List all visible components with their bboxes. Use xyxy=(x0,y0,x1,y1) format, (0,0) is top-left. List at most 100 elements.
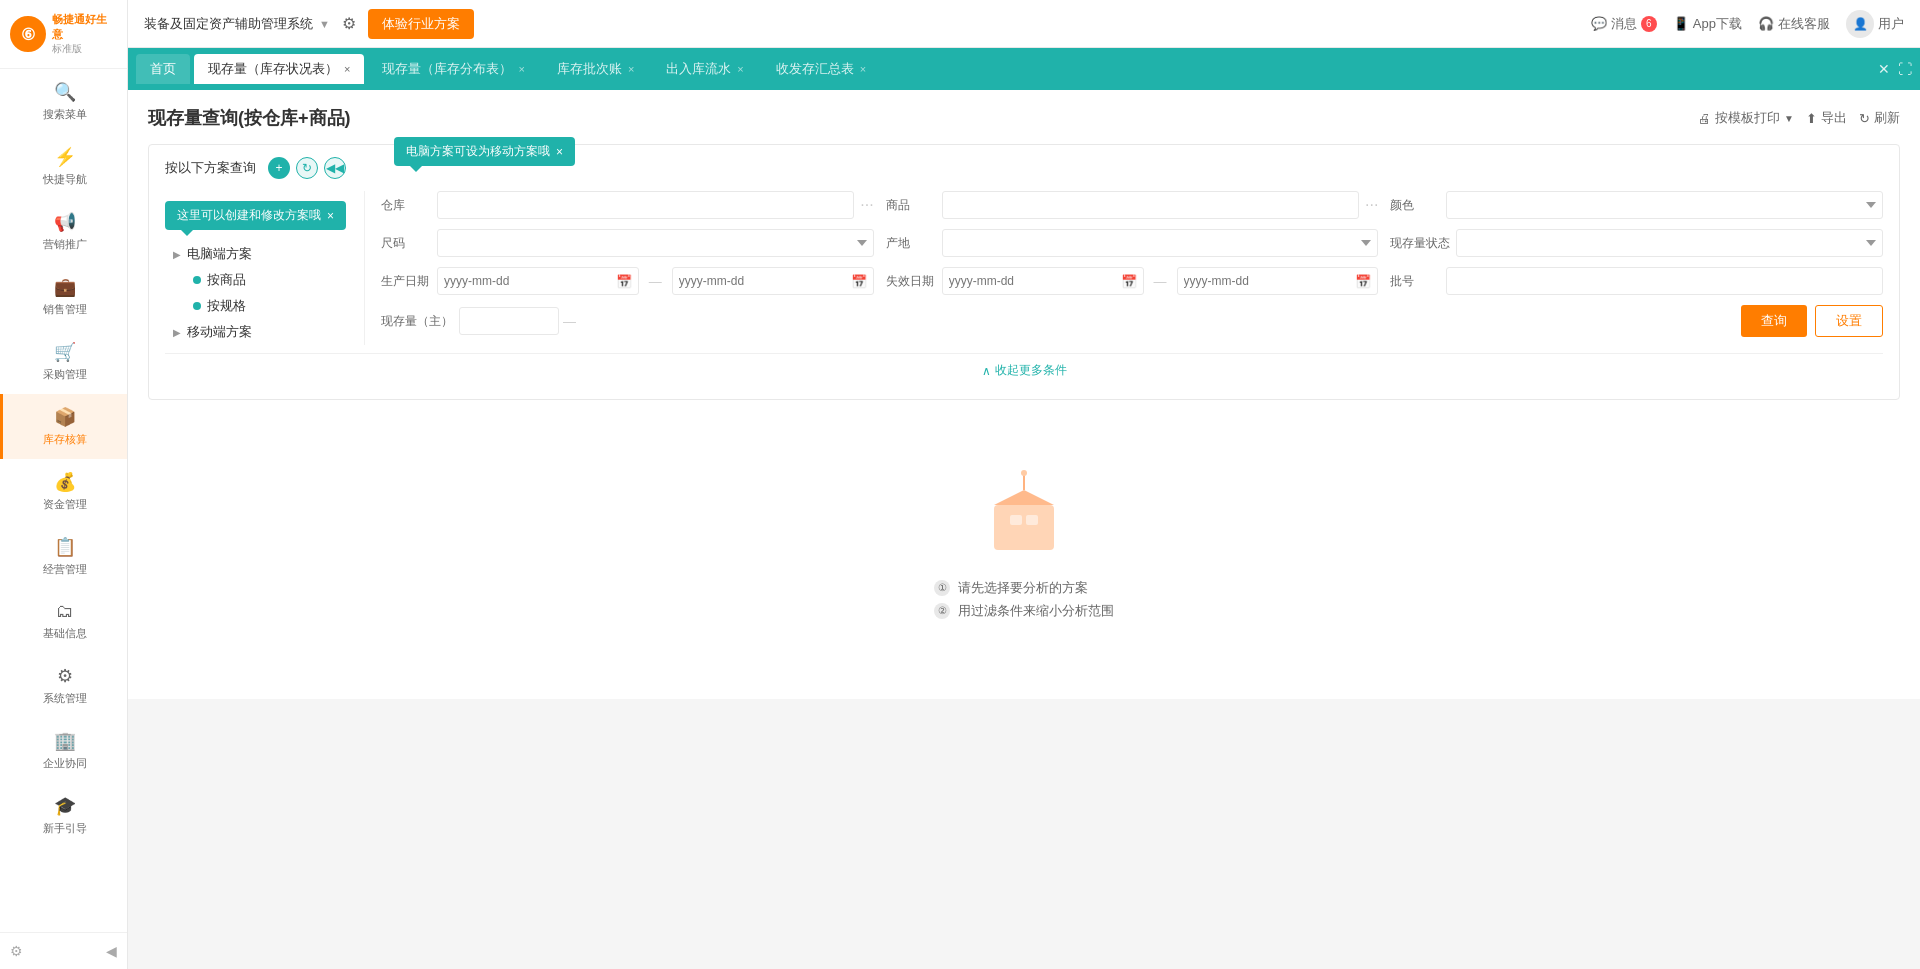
app-download-btn[interactable]: 📱 App下载 xyxy=(1673,15,1742,33)
operations-icon: 📋 xyxy=(54,536,76,558)
header-left: 装备及固定资产辅助管理系统 ▼ ⚙ 体验行业方案 xyxy=(144,9,474,39)
tree-dot-icon xyxy=(193,276,201,284)
tab-close-batch-account[interactable]: × xyxy=(628,63,634,75)
headset-icon: 🎧 xyxy=(1758,16,1774,31)
tab-inventory-status[interactable]: 现存量（库存状况表） × xyxy=(194,54,364,84)
filter-body: 这里可以创建和修改方案哦 × ▶ 电脑端方案 按商品 xyxy=(165,191,1883,345)
sidebar-item-finance[interactable]: 💰 资金管理 xyxy=(0,459,127,524)
sidebar-item-basic-info[interactable]: 🗂 基础信息 xyxy=(0,589,127,653)
warehouse-input[interactable] xyxy=(437,191,854,219)
app-selector[interactable]: 装备及固定资产辅助管理系统 ▼ xyxy=(144,15,330,33)
filter-field-size: 尺码 xyxy=(381,229,874,257)
tab-maximize-icon[interactable]: ⛶ xyxy=(1898,61,1912,77)
settings-bottom-icon[interactable]: ⚙ xyxy=(10,943,23,959)
warehouse-dots-icon[interactable]: ··· xyxy=(860,196,873,214)
prod-date-start-input[interactable] xyxy=(444,274,612,288)
tab-receive-summary[interactable]: 收发存汇总表 × xyxy=(762,54,880,84)
refresh-btn[interactable]: ↻ 刷新 xyxy=(1859,109,1900,127)
filter-row-2: 尺码 产地 xyxy=(381,229,1883,257)
expire-date-start-input[interactable] xyxy=(949,274,1117,288)
search-btn[interactable]: 查询 xyxy=(1741,305,1807,337)
header: 装备及固定资产辅助管理系统 ▼ ⚙ 体验行业方案 💬 消息 6 📱 App下载 … xyxy=(128,0,1920,48)
page-content: 现存量查询(按仓库+商品) 🖨 按模板打印 ▼ ⬆ 导出 ↻ 刷新 xyxy=(128,90,1920,969)
stock-status-select[interactable] xyxy=(1456,229,1883,257)
filter-actions: + ↻ ◀◀ xyxy=(268,157,346,179)
guide-icon: 🎓 xyxy=(54,795,76,817)
sidebar-item-search-menu[interactable]: 🔍 搜索菜单 xyxy=(0,69,127,134)
origin-select[interactable] xyxy=(942,229,1379,257)
notifications-btn[interactable]: 💬 消息 6 xyxy=(1591,15,1657,33)
batch-input[interactable] xyxy=(1446,267,1883,295)
tooltip2-close-btn[interactable]: × xyxy=(327,209,334,223)
filter-field-expire-date: 失效日期 📅 — 📅 xyxy=(886,267,1379,295)
scheme-by-goods[interactable]: 按商品 xyxy=(185,267,352,293)
svg-marker-1 xyxy=(994,490,1054,505)
sidebar-logo: ⑥ 畅捷通好生意 标准版 xyxy=(0,0,127,69)
add-scheme-btn[interactable]: + xyxy=(268,157,290,179)
expire-date-end-input[interactable] xyxy=(1184,274,1352,288)
export-btn[interactable]: ⬆ 导出 xyxy=(1806,109,1847,127)
tab-close-inventory-dist[interactable]: × xyxy=(518,63,524,75)
sidebar-item-quick-nav[interactable]: ⚡ 快捷导航 xyxy=(0,134,127,199)
collapse-sidebar-icon[interactable]: ◀ xyxy=(106,943,117,959)
sidebar-item-inventory[interactable]: 📦 库存核算 xyxy=(0,394,127,459)
tab-close-inventory-status[interactable]: × xyxy=(344,63,350,75)
enterprise-icon: 🏢 xyxy=(54,730,76,752)
page-inner: 现存量查询(按仓库+商品) 🖨 按模板打印 ▼ ⬆ 导出 ↻ 刷新 xyxy=(128,90,1920,699)
stock-qty-min-input[interactable] xyxy=(459,307,559,335)
sidebar-item-enterprise[interactable]: 🏢 企业协同 xyxy=(0,718,127,783)
tab-inout-flow[interactable]: 出入库流水 × xyxy=(652,54,757,84)
reset-btn[interactable]: 设置 xyxy=(1815,305,1883,337)
quick-nav-icon: ⚡ xyxy=(54,146,76,168)
print-btn[interactable]: 🖨 按模板打印 ▼ xyxy=(1698,109,1794,127)
filter-label: 按以下方案查询 xyxy=(165,159,256,177)
back-scheme-btn[interactable]: ◀◀ xyxy=(324,157,346,179)
collapse-btn[interactable]: ∧ 收起更多条件 xyxy=(165,353,1883,387)
header-gear-icon[interactable]: ⚙ xyxy=(342,14,356,33)
prod-date-end-calendar-icon[interactable]: 📅 xyxy=(851,274,867,289)
tab-batch-account[interactable]: 库存批次账 × xyxy=(543,54,648,84)
online-service-btn[interactable]: 🎧 在线客服 xyxy=(1758,15,1830,33)
expire-date-start-calendar-icon[interactable]: 📅 xyxy=(1121,274,1137,289)
filter-main-col: 仓库 ··· 商品 ··· 颜色 xyxy=(381,191,1883,345)
export-icon: ⬆ xyxy=(1806,111,1817,126)
sidebar-item-sales[interactable]: 💼 销售管理 xyxy=(0,264,127,329)
prod-date-start-calendar-icon[interactable]: 📅 xyxy=(616,274,632,289)
sidebar-item-guide[interactable]: 🎓 新手引导 xyxy=(0,783,127,848)
tab-inventory-dist[interactable]: 现存量（库存分布表） × xyxy=(368,54,538,84)
filter-header: 按以下方案查询 + ↻ ◀◀ 电脑方案可设为移动方案哦 × xyxy=(165,157,1883,179)
tooltip1-close-btn[interactable]: × xyxy=(556,145,563,159)
color-select[interactable] xyxy=(1446,191,1883,219)
tabs-bar-right: ✕ ⛶ xyxy=(1878,61,1912,77)
goods-input[interactable] xyxy=(942,191,1359,219)
sidebar-item-operations[interactable]: 📋 经营管理 xyxy=(0,524,127,589)
search-btn-group: 查询 设置 xyxy=(1741,305,1883,337)
sidebar-item-marketing[interactable]: 📢 营销推广 xyxy=(0,199,127,264)
scheme-desktop[interactable]: ▶ 电脑端方案 xyxy=(165,241,352,267)
filter-section: 按以下方案查询 + ↻ ◀◀ 电脑方案可设为移动方案哦 × xyxy=(148,144,1900,400)
size-select[interactable] xyxy=(437,229,874,257)
tab-close-all-icon[interactable]: ✕ xyxy=(1878,61,1890,77)
tab-close-receive-summary[interactable]: × xyxy=(860,63,866,75)
user-avatar: 👤 xyxy=(1846,10,1874,38)
prod-date-end-input[interactable] xyxy=(679,274,847,288)
goods-dots-icon[interactable]: ··· xyxy=(1365,196,1378,214)
finance-icon: 💰 xyxy=(54,471,76,493)
empty-illustration xyxy=(974,460,1074,560)
tab-home[interactable]: 首页 xyxy=(136,54,190,84)
basic-info-icon: 🗂 xyxy=(56,601,74,622)
scheme-mobile[interactable]: ▶ 移动端方案 xyxy=(165,319,352,345)
sidebar-item-system[interactable]: ⚙ 系统管理 xyxy=(0,653,127,718)
sidebar: ⑥ 畅捷通好生意 标准版 🔍 搜索菜单 ⚡ 快捷导航 📢 营销推广 💼 销售管理… xyxy=(0,0,128,969)
refresh-scheme-btn[interactable]: ↻ xyxy=(296,157,318,179)
scheme-by-spec[interactable]: 按规格 xyxy=(185,293,352,319)
sidebar-item-purchase[interactable]: 🛒 采购管理 xyxy=(0,329,127,394)
empty-state: ① 请先选择要分析的方案 ② 用过滤条件来缩小分析范围 xyxy=(148,400,1900,683)
svg-rect-3 xyxy=(1026,515,1038,525)
filter-field-origin: 产地 xyxy=(886,229,1379,257)
industry-btn[interactable]: 体验行业方案 xyxy=(368,9,474,39)
page-actions: 🖨 按模板打印 ▼ ⬆ 导出 ↻ 刷新 xyxy=(1698,109,1900,127)
expire-date-end-calendar-icon[interactable]: 📅 xyxy=(1355,274,1371,289)
tab-close-inout-flow[interactable]: × xyxy=(737,63,743,75)
user-btn[interactable]: 👤 用户 xyxy=(1846,10,1904,38)
